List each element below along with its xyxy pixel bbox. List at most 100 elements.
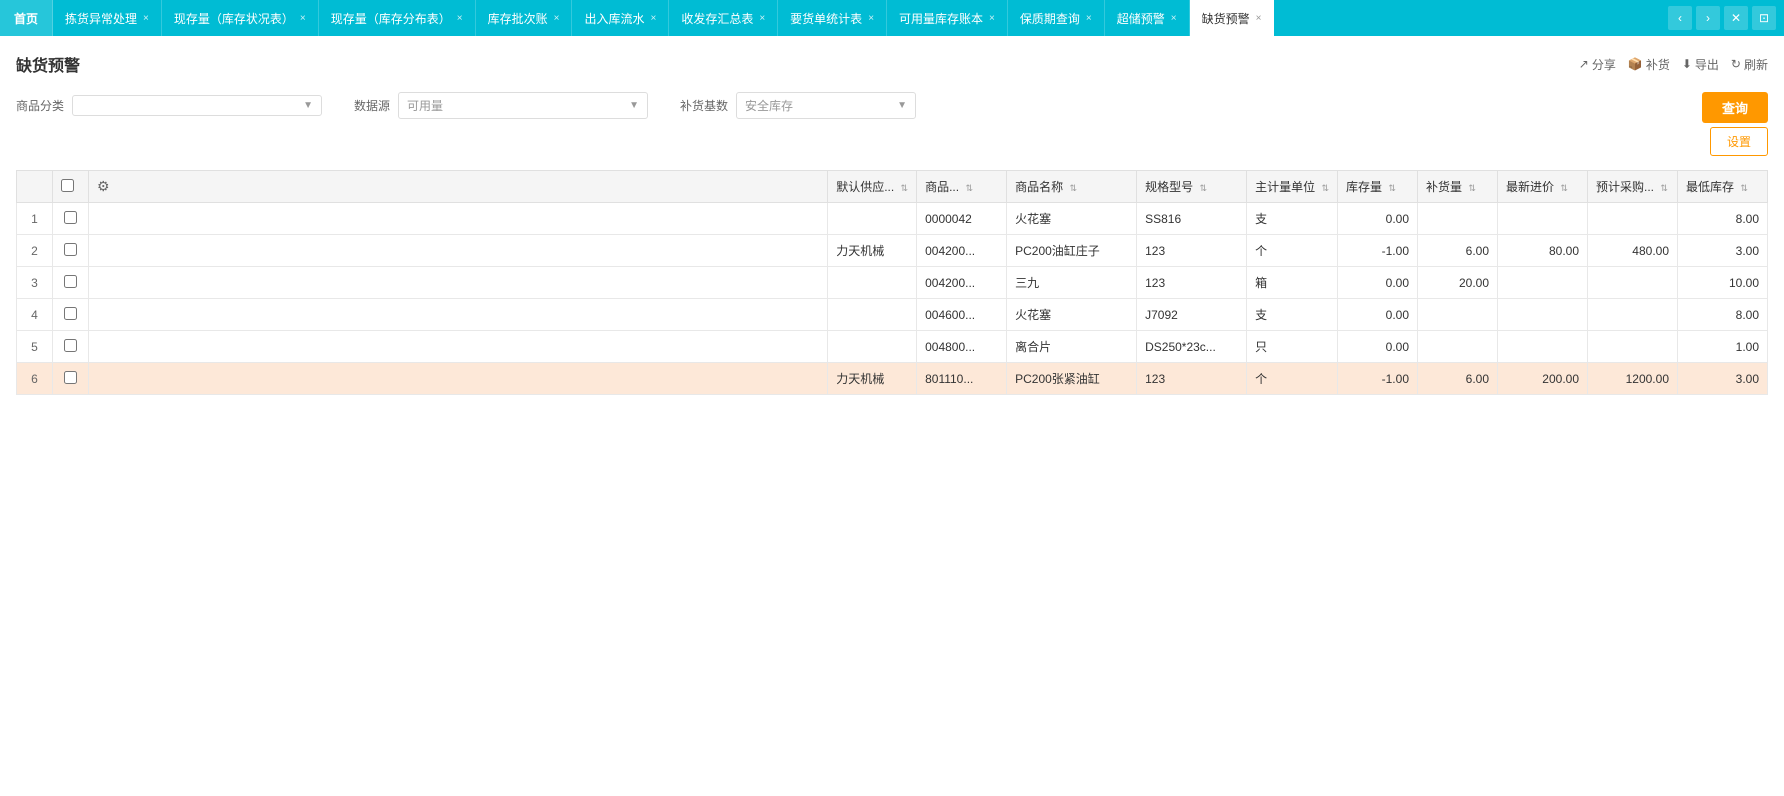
- nav-close-button[interactable]: ✕: [1724, 6, 1748, 30]
- replenish-base-select[interactable]: 安全库存 ▼: [736, 92, 916, 119]
- row-min-stock: 8.00: [1678, 299, 1768, 331]
- row-checkbox[interactable]: [64, 307, 77, 320]
- page-title: 缺货预警: [16, 52, 80, 76]
- row-code: 004200...: [917, 267, 1007, 299]
- close-icon[interactable]: ×: [554, 13, 560, 24]
- tab-batch-account[interactable]: 库存批次账 ×: [476, 0, 573, 36]
- tab-defect-processing[interactable]: 拣货异常处理 ×: [53, 0, 162, 36]
- col-spec-label: 规格型号: [1145, 180, 1193, 194]
- close-icon[interactable]: ×: [300, 13, 306, 24]
- close-icon[interactable]: ×: [989, 13, 995, 24]
- col-header-name[interactable]: 商品名称 ⇅: [1007, 171, 1137, 203]
- row-checkbox[interactable]: [64, 339, 77, 352]
- datasource-select[interactable]: 可用量 ▼: [398, 92, 648, 119]
- row-checkbox[interactable]: [64, 371, 77, 384]
- col-header-replenish[interactable]: 补货量 ⇅: [1418, 171, 1498, 203]
- close-icon[interactable]: ×: [1086, 13, 1092, 24]
- row-index: 4: [17, 299, 53, 331]
- nav-prev-button[interactable]: ‹: [1668, 6, 1692, 30]
- row-settings-cell[interactable]: [89, 363, 828, 395]
- chevron-down-icon: ▼: [897, 100, 907, 111]
- col-header-unit[interactable]: 主计量单位 ⇅: [1247, 171, 1338, 203]
- tab-overstock[interactable]: 超储预警 ×: [1105, 0, 1190, 36]
- col-header-min-stock[interactable]: 最低库存 ⇅: [1678, 171, 1768, 203]
- tab-inventory-status[interactable]: 现存量（库存状况表） ×: [162, 0, 319, 36]
- tab-label: 拣货异常处理: [65, 10, 137, 27]
- row-checkbox-cell: [53, 235, 89, 267]
- category-select[interactable]: ▼: [72, 95, 322, 116]
- col-header-supplier[interactable]: 默认供应... ⇅: [828, 171, 917, 203]
- close-icon[interactable]: ×: [1256, 13, 1262, 24]
- row-min-stock: 10.00: [1678, 267, 1768, 299]
- table-row: 4 004600... 火花塞 J7092 支 0.00 8.00: [17, 299, 1768, 331]
- replenish-base-filter-group: 补货基数 安全库存 ▼: [680, 92, 916, 119]
- close-icon[interactable]: ×: [759, 13, 765, 24]
- row-latest-price: [1498, 267, 1588, 299]
- row-checkbox-cell: [53, 203, 89, 235]
- col-header-spec[interactable]: 规格型号 ⇅: [1137, 171, 1247, 203]
- close-icon[interactable]: ×: [1171, 13, 1177, 24]
- row-checkbox-cell: [53, 331, 89, 363]
- refresh-icon: ↻: [1731, 57, 1741, 71]
- row-spec: DS250*23c...: [1137, 331, 1247, 363]
- query-button[interactable]: 查询: [1702, 92, 1768, 123]
- col-header-settings[interactable]: ⚙: [89, 171, 828, 203]
- tab-available-ledger[interactable]: 可用量库存账本 ×: [887, 0, 1008, 36]
- row-checkbox-cell: [53, 299, 89, 331]
- nav-next-button[interactable]: ›: [1696, 6, 1720, 30]
- share-icon: ↗: [1579, 57, 1589, 71]
- tab-receive-summary[interactable]: 收发存汇总表 ×: [669, 0, 778, 36]
- sort-arrows-icon: ⇅: [1199, 183, 1207, 193]
- row-settings-cell[interactable]: [89, 267, 828, 299]
- row-settings-cell[interactable]: [89, 331, 828, 363]
- row-checkbox[interactable]: [64, 275, 77, 288]
- sort-arrows-icon: ⇅: [1560, 183, 1568, 193]
- row-settings-cell[interactable]: [89, 299, 828, 331]
- row-settings-cell[interactable]: [89, 203, 828, 235]
- close-icon[interactable]: ×: [143, 13, 149, 24]
- gear-icon: ⚙: [97, 178, 110, 194]
- tab-inventory-dist[interactable]: 现存量（库存分布表） ×: [319, 0, 476, 36]
- tab-home[interactable]: 首页: [0, 0, 53, 36]
- col-supplier-label: 默认供应...: [836, 180, 894, 194]
- export-icon: ⬇: [1682, 57, 1692, 71]
- row-settings-cell[interactable]: [89, 235, 828, 267]
- col-header-stock[interactable]: 库存量 ⇅: [1338, 171, 1418, 203]
- close-icon[interactable]: ×: [868, 13, 874, 24]
- close-icon[interactable]: ×: [650, 13, 656, 24]
- tab-shortage[interactable]: 缺货预警 ×: [1190, 0, 1275, 36]
- row-spec: SS816: [1137, 203, 1247, 235]
- sort-arrows-icon: ⇅: [1388, 183, 1396, 193]
- page-header: 缺货预警 ↗ 分享 📦 补货 ⬇ 导出 ↻ 刷新: [16, 52, 1768, 76]
- export-button[interactable]: ⬇ 导出: [1682, 56, 1719, 73]
- settings-button[interactable]: 设置: [1710, 127, 1768, 156]
- tab-order-stats[interactable]: 要货单统计表 ×: [778, 0, 887, 36]
- select-all-checkbox[interactable]: [61, 179, 74, 192]
- row-code: 801110...: [917, 363, 1007, 395]
- table-row: 2 力天机械 004200... PC200油缸庄子 123 个 -1.00 6…: [17, 235, 1768, 267]
- share-button[interactable]: ↗ 分享: [1579, 56, 1616, 73]
- row-checkbox[interactable]: [64, 211, 77, 224]
- col-stock-label: 库存量: [1346, 180, 1382, 194]
- replenish-button[interactable]: 📦 补货: [1628, 56, 1670, 73]
- row-supplier: 力天机械: [828, 235, 917, 267]
- close-icon[interactable]: ×: [457, 13, 463, 24]
- nav-restore-button[interactable]: ⊡: [1752, 6, 1776, 30]
- sort-arrows-icon: ⇅: [1321, 183, 1329, 193]
- tab-label: 保质期查询: [1020, 10, 1080, 27]
- col-header-latest-price[interactable]: 最新进价 ⇅: [1498, 171, 1588, 203]
- tab-expiry-query[interactable]: 保质期查询 ×: [1008, 0, 1105, 36]
- tab-label: 收发存汇总表: [681, 10, 753, 27]
- col-header-estimated[interactable]: 预计采购... ⇅: [1588, 171, 1678, 203]
- table-row: 5 004800... 离合片 DS250*23c... 只 0.00 1.00: [17, 331, 1768, 363]
- nav-controls: ‹ › ✕ ⊡: [1660, 6, 1784, 30]
- row-checkbox[interactable]: [64, 243, 77, 256]
- col-header-code[interactable]: 商品... ⇅: [917, 171, 1007, 203]
- row-unit: 个: [1247, 235, 1338, 267]
- row-supplier: [828, 299, 917, 331]
- refresh-button[interactable]: ↻ 刷新: [1731, 56, 1768, 73]
- export-label: 导出: [1695, 56, 1719, 73]
- tab-inout-flow[interactable]: 出入库流水 ×: [572, 0, 669, 36]
- row-replenish: [1418, 203, 1498, 235]
- row-stock: 0.00: [1338, 299, 1418, 331]
